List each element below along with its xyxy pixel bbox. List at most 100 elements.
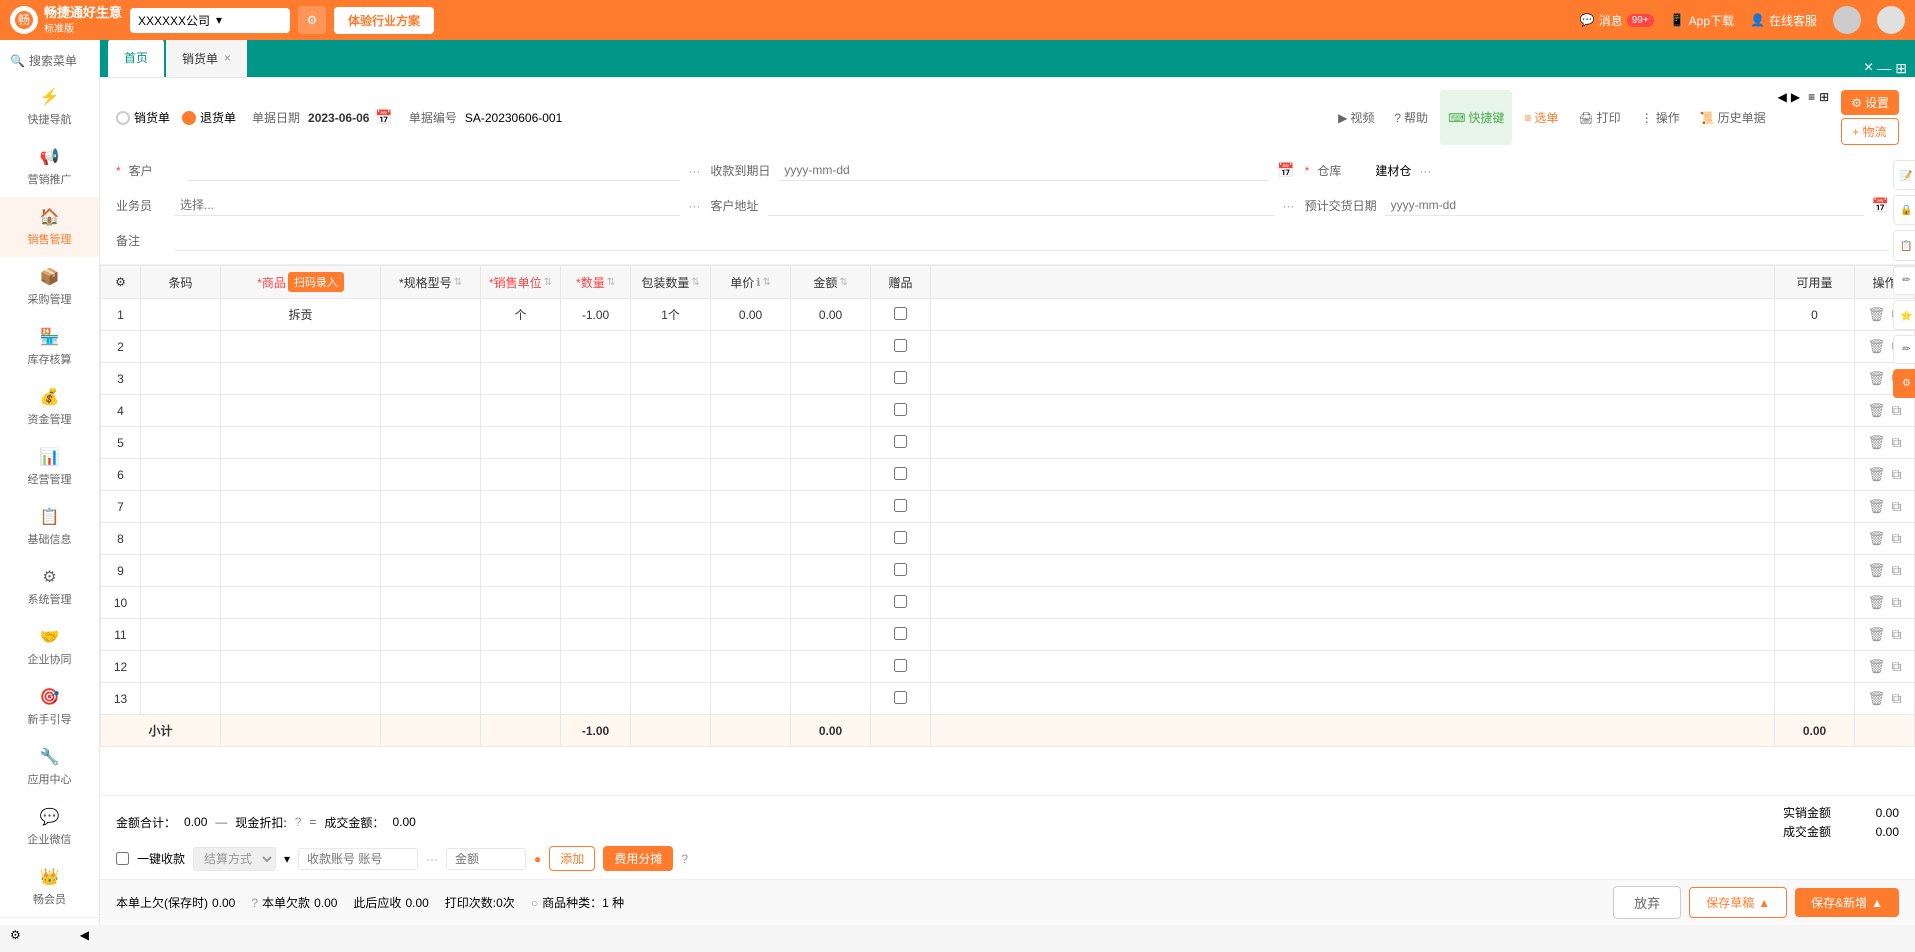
shortcut-btn[interactable]: ⌨ 快捷键: [1440, 90, 1512, 145]
sidebar-item-management[interactable]: 📊 经营管理: [0, 437, 99, 497]
copy-icon[interactable]: ⧉: [1891, 562, 1901, 579]
delete-icon[interactable]: 🗑: [1868, 466, 1886, 483]
grid-view-icon[interactable]: ⊞: [1895, 60, 1907, 77]
row-barcode[interactable]: [141, 299, 221, 331]
gift-checkbox[interactable]: [894, 659, 907, 672]
sidebar-item-basics[interactable]: 📋 基础信息: [0, 497, 99, 557]
discount-help-icon[interactable]: ?: [295, 815, 302, 829]
wuliu-button[interactable]: + 物流: [1841, 118, 1899, 145]
sidebar-item-guide[interactable]: 🎯 新手引导: [0, 677, 99, 737]
delete-icon[interactable]: 🗑: [1868, 658, 1886, 675]
gift-checkbox[interactable]: [894, 499, 907, 512]
delete-icon[interactable]: 🗑: [1868, 562, 1886, 579]
customer-address-input[interactable]: [768, 195, 1274, 216]
rfloat-orange-btn[interactable]: ⚙: [1893, 369, 1915, 398]
online-service-btn[interactable]: 👤 在线客服: [1750, 12, 1817, 29]
sidebar-item-inventory[interactable]: 🏪 库存核算: [0, 317, 99, 377]
history-btn[interactable]: 📜 历史单据: [1692, 90, 1774, 145]
tab-close-icon[interactable]: ×: [224, 51, 231, 65]
one-key-payment-checkbox[interactable]: [116, 852, 129, 865]
gift-checkbox[interactable]: [894, 307, 907, 320]
avatar[interactable]: [1833, 6, 1861, 34]
rfloat-star-btn[interactable]: ⭐: [1893, 300, 1915, 330]
copy-icon[interactable]: ⧉: [1891, 466, 1901, 483]
help-btn[interactable]: ? 帮助: [1386, 90, 1436, 145]
trial-button[interactable]: 体验行业方案: [334, 7, 434, 34]
gift-checkbox[interactable]: [894, 595, 907, 608]
copy-icon[interactable]: ⧉: [1891, 434, 1901, 451]
video-btn[interactable]: ▶ 视频: [1330, 90, 1382, 145]
rfloat-lock-btn[interactable]: 🔒: [1893, 195, 1915, 225]
gift-checkbox[interactable]: [894, 563, 907, 576]
row-price[interactable]: 0.00: [711, 299, 791, 331]
expected-date-calendar-icon[interactable]: 📅: [1872, 197, 1889, 214]
sidebar-search[interactable]: 🔍 搜索菜单: [0, 44, 99, 77]
sidebar-item-shortcut[interactable]: ⚡ 快捷导航: [0, 77, 99, 137]
due-date-calendar-icon[interactable]: 📅: [1277, 162, 1294, 179]
add-button[interactable]: 添加: [549, 846, 595, 871]
gift-checkbox[interactable]: [894, 435, 907, 448]
settings-gear-icon[interactable]: ⚙: [298, 6, 326, 34]
gift-checkbox[interactable]: [894, 467, 907, 480]
row-goods[interactable]: 拆贡: [221, 299, 381, 331]
sidebar-item-marketing[interactable]: 📢 营销推广: [0, 137, 99, 197]
action-btn[interactable]: ⋮ 操作: [1633, 90, 1688, 145]
row-gift[interactable]: [871, 299, 931, 331]
sidebar-item-sales[interactable]: 🏠 销售管理: [0, 197, 99, 257]
gift-checkbox[interactable]: [894, 627, 907, 640]
sidebar-item-collab[interactable]: 🤝 企业协同: [0, 617, 99, 677]
gift-checkbox[interactable]: [894, 691, 907, 704]
close-window-icon[interactable]: ×: [1864, 59, 1873, 77]
gift-checkbox[interactable]: [894, 403, 907, 416]
calendar-icon[interactable]: 📅: [375, 109, 392, 126]
grid-view-icon2[interactable]: ⊞: [1819, 90, 1829, 145]
nav-prev-icon[interactable]: ◀: [1778, 90, 1787, 145]
sidebar-collapse-icon[interactable]: ◀: [80, 928, 89, 942]
radio-sales[interactable]: 销货单: [116, 109, 170, 126]
radio-return[interactable]: 退货单: [182, 109, 236, 126]
delete-icon[interactable]: 🗑: [1868, 402, 1886, 419]
message-btn[interactable]: 💬 消息 99+: [1580, 12, 1654, 29]
expected-date-input[interactable]: [1385, 195, 1864, 216]
gift-checkbox[interactable]: [894, 531, 907, 544]
delete-icon[interactable]: 🗑: [1868, 530, 1886, 547]
gift-checkbox[interactable]: [894, 371, 907, 384]
delete-icon[interactable]: 🗑: [1868, 594, 1886, 611]
copy-icon[interactable]: ⧉: [1891, 626, 1901, 643]
app-download-btn[interactable]: 📱 App下载: [1670, 12, 1734, 29]
account-input[interactable]: [298, 848, 418, 870]
expense-split-button[interactable]: 费用分摊: [603, 846, 673, 871]
tab-sales-order[interactable]: 销货单 ×: [166, 40, 247, 77]
sidebar-item-purchase[interactable]: 📦 采购管理: [0, 257, 99, 317]
row-pkgqty[interactable]: 1个: [631, 299, 711, 331]
delete-icon[interactable]: 🗑: [1868, 434, 1886, 451]
list-view-icon[interactable]: ≡: [1808, 90, 1815, 145]
tab-home[interactable]: 首页: [108, 40, 164, 77]
delete-icon[interactable]: 🗑: [1868, 370, 1886, 387]
nav-next-icon[interactable]: ▶: [1791, 90, 1800, 145]
copy-icon[interactable]: ⧉: [1891, 594, 1901, 611]
print-btn[interactable]: 🖨 打印: [1570, 90, 1628, 145]
goods-types-icon[interactable]: ○: [531, 896, 538, 910]
select-btn[interactable]: ≡ 选单: [1516, 90, 1566, 145]
sidebar-item-finance[interactable]: 💰 资金管理: [0, 377, 99, 437]
copy-icon[interactable]: ⧉: [1891, 690, 1901, 707]
row-unit[interactable]: 个: [481, 299, 561, 331]
delete-icon[interactable]: 🗑: [1868, 306, 1886, 323]
rfloat-edit-btn[interactable]: ✏: [1893, 266, 1915, 295]
copy-icon[interactable]: ⧉: [1891, 498, 1901, 515]
amount-input[interactable]: [446, 848, 526, 870]
customer-dots[interactable]: ···: [688, 164, 700, 178]
form-settings-button[interactable]: ⚙ 设置: [1841, 90, 1899, 115]
th-settings[interactable]: ⚙: [101, 266, 141, 299]
save-new-button[interactable]: 保存&新增 ▲: [1795, 888, 1899, 917]
row-spec[interactable]: [381, 299, 481, 331]
salesperson-input[interactable]: [174, 195, 680, 216]
row-amount[interactable]: 0.00: [791, 299, 871, 331]
delete-icon[interactable]: 🗑: [1868, 338, 1886, 355]
total-due-icon[interactable]: ?: [251, 896, 258, 910]
payment-method-select[interactable]: 结算方式: [193, 847, 276, 871]
notes-input[interactable]: [174, 230, 1889, 251]
delete-icon[interactable]: 🗑: [1868, 690, 1886, 707]
warehouse-dots[interactable]: ···: [1419, 164, 1431, 178]
